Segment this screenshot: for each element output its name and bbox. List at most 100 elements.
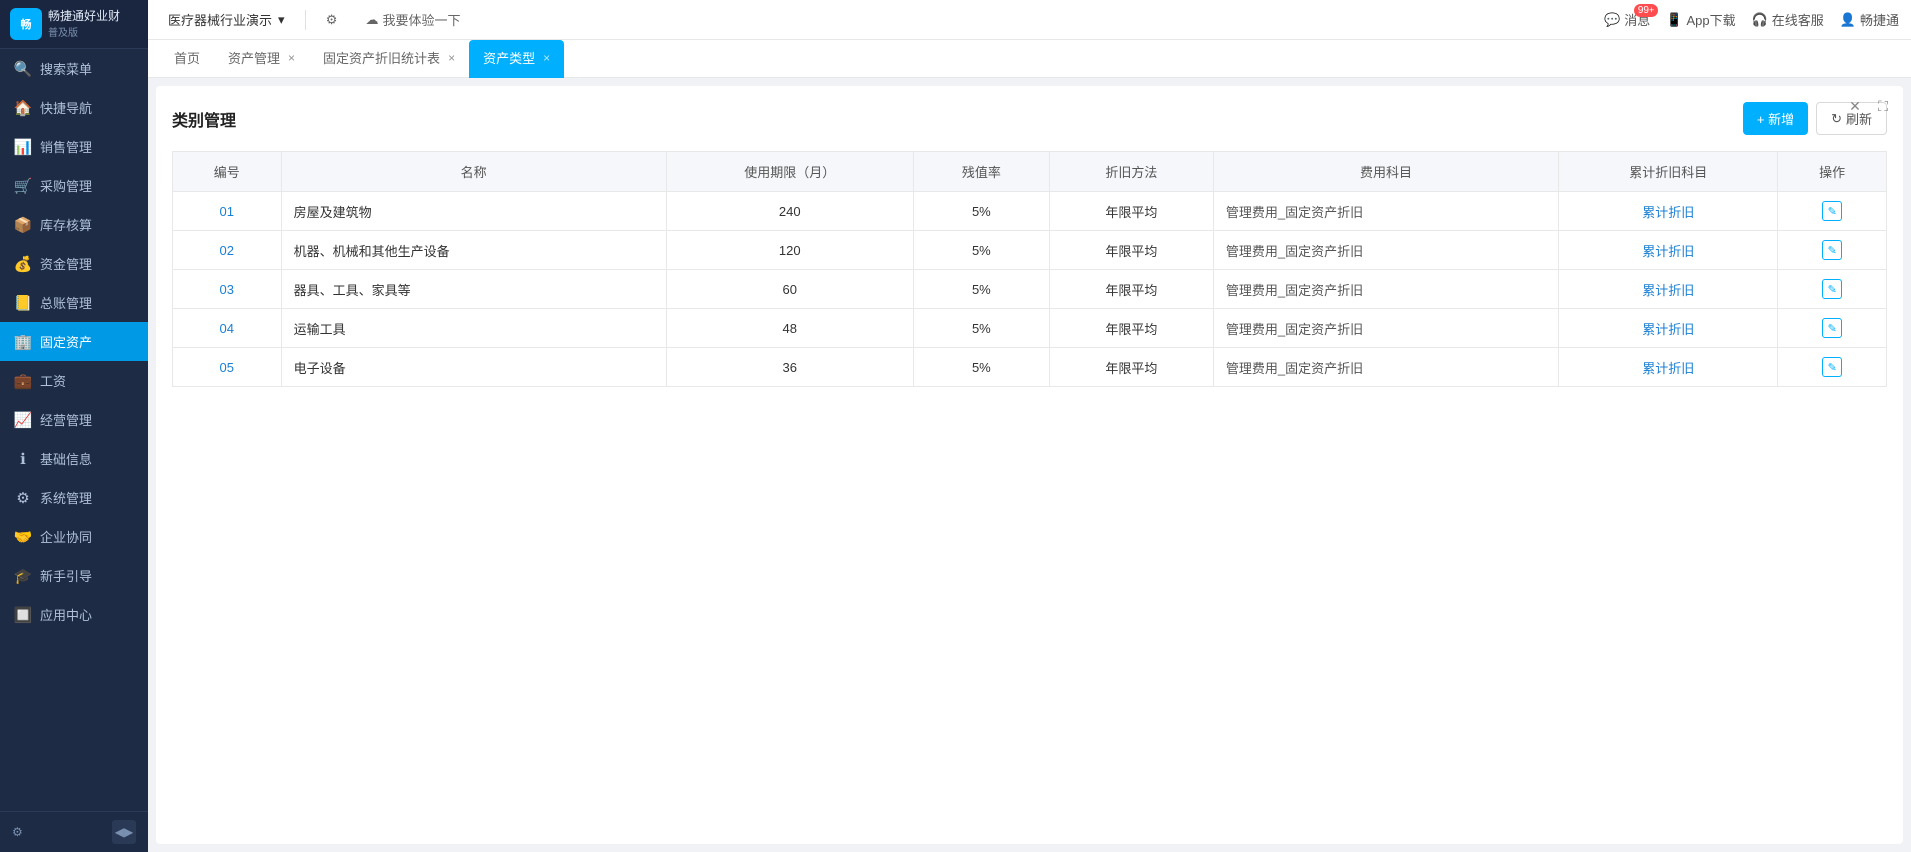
cell-code: 02 [173, 231, 282, 270]
cell-action[interactable]: ✎ [1778, 270, 1887, 309]
tab-home[interactable]: 首页 [160, 40, 214, 78]
customer-service-button[interactable]: 🎧 在线客服 [1752, 10, 1824, 29]
sidebar: 畅 畅捷通好业财 普及版 🔍 搜索菜单 🏠 快捷导航 📊 销售管理 🛒 采购管理… [0, 0, 148, 852]
cell-method: 年限平均 [1049, 270, 1213, 309]
col-header: 费用科目 [1213, 152, 1558, 192]
cell-cumulative: 累计折旧 [1559, 192, 1778, 231]
expand-window-button[interactable]: ⛶ [1871, 94, 1895, 118]
col-header: 累计折旧科目 [1559, 152, 1778, 192]
experience-button[interactable]: ☁ 我要体验一下 [358, 6, 469, 33]
edit-icon[interactable]: ✎ [1822, 357, 1842, 377]
avatar-icon: 👤 [1840, 12, 1856, 28]
tab-close-depreciation[interactable]: × [448, 52, 455, 64]
cell-residual: 5% [913, 192, 1049, 231]
cell-code: 04 [173, 309, 282, 348]
scroll-button[interactable]: ◀▶ [112, 820, 136, 844]
nav-label-business: 经营管理 [40, 410, 92, 429]
table-row: 02 机器、机械和其他生产设备 120 5% 年限平均 管理费用_固定资产折旧 … [173, 231, 1887, 270]
sidebar-item-quick-nav[interactable]: 🏠 快捷导航 [0, 88, 148, 127]
username: 畅捷通 [1860, 10, 1899, 29]
cell-method: 年限平均 [1049, 192, 1213, 231]
tab-depreciation[interactable]: 固定资产折旧统计表× [309, 40, 469, 78]
cell-method: 年限平均 [1049, 309, 1213, 348]
nav-icon-fixed-assets: 🏢 [14, 333, 32, 351]
module-selector[interactable]: 医疗器械行业演示 ▾ [160, 6, 293, 33]
nav-label-search: 搜索菜单 [40, 59, 92, 78]
cell-residual: 5% [913, 348, 1049, 387]
table-body: 01 房屋及建筑物 240 5% 年限平均 管理费用_固定资产折旧 累计折旧 ✎… [173, 192, 1887, 387]
nav-icon-search: 🔍 [14, 60, 32, 78]
tab-close-asset-type[interactable]: × [543, 52, 550, 64]
window-controls: ✕ ⛶ [1843, 94, 1895, 118]
table-row: 01 房屋及建筑物 240 5% 年限平均 管理费用_固定资产折旧 累计折旧 ✎ [173, 192, 1887, 231]
sidebar-item-sales[interactable]: 📊 销售管理 [0, 127, 148, 166]
cell-action[interactable]: ✎ [1778, 309, 1887, 348]
data-table: 编号名称使用期限（月）残值率折旧方法费用科目累计折旧科目操作 01 房屋及建筑物… [172, 151, 1887, 387]
nav-icon-sales: 📊 [14, 138, 32, 156]
cell-cumulative: 累计折旧 [1559, 231, 1778, 270]
nav-label-inventory: 库存核算 [40, 215, 92, 234]
logo-icon: 畅 [10, 8, 42, 40]
edit-icon[interactable]: ✎ [1822, 201, 1842, 221]
nav-icon-quick-nav: 🏠 [14, 99, 32, 117]
headset-icon: 🎧 [1752, 12, 1768, 28]
new-button[interactable]: + 新增 [1743, 102, 1808, 135]
cell-action[interactable]: ✎ [1778, 192, 1887, 231]
messages-button[interactable]: 💬 消息 99+ [1604, 10, 1650, 29]
cell-subject: 管理费用_固定资产折旧 [1213, 348, 1558, 387]
tab-label-home: 首页 [174, 48, 200, 67]
nav-icon-basic-info: ℹ [14, 450, 32, 468]
col-header: 编号 [173, 152, 282, 192]
sidebar-item-inventory[interactable]: 📦 库存核算 [0, 205, 148, 244]
cell-action[interactable]: ✎ [1778, 348, 1887, 387]
nav-label-app-center: 应用中心 [40, 605, 92, 624]
gear-icon: ⚙ [326, 12, 338, 28]
nav-icon-system: ⚙ [14, 489, 32, 507]
settings-icon[interactable]: ⚙ [12, 825, 23, 839]
sidebar-item-guide[interactable]: 🎓 新手引导 [0, 556, 148, 595]
cell-code: 01 [173, 192, 282, 231]
sidebar-item-salary[interactable]: 💼 工资 [0, 361, 148, 400]
col-header: 操作 [1778, 152, 1887, 192]
nav-label-system: 系统管理 [40, 488, 92, 507]
cell-residual: 5% [913, 309, 1049, 348]
sidebar-item-basic-info[interactable]: ℹ 基础信息 [0, 439, 148, 478]
topbar-right: 💬 消息 99+ 📱 App下载 🎧 在线客服 👤 畅捷通 [1604, 10, 1899, 29]
sidebar-item-search[interactable]: 🔍 搜索菜单 [0, 49, 148, 88]
cell-residual: 5% [913, 231, 1049, 270]
nav-label-collab: 企业协同 [40, 527, 92, 546]
sidebar-item-finance[interactable]: 💰 资金管理 [0, 244, 148, 283]
sidebar-item-app-center[interactable]: 🔲 应用中心 [0, 595, 148, 634]
tab-asset-mgmt[interactable]: 资产管理× [214, 40, 309, 78]
tab-asset-type[interactable]: 资产类型× [469, 40, 564, 78]
cell-cumulative: 累计折旧 [1559, 348, 1778, 387]
sidebar-item-system[interactable]: ⚙ 系统管理 [0, 478, 148, 517]
sidebar-item-collab[interactable]: 🤝 企业协同 [0, 517, 148, 556]
topbar: 医疗器械行业演示 ▾ ⚙ ☁ 我要体验一下 💬 消息 99+ 📱 App下载 🎧 [148, 0, 1911, 40]
refresh-icon: ↻ [1831, 111, 1842, 127]
app-label: App下载 [1686, 10, 1735, 29]
sidebar-item-fixed-assets[interactable]: 🏢 固定资产 [0, 322, 148, 361]
table-row: 04 运输工具 48 5% 年限平均 管理费用_固定资产折旧 累计折旧 ✎ [173, 309, 1887, 348]
edit-icon[interactable]: ✎ [1822, 240, 1842, 260]
sidebar-nav: 🔍 搜索菜单 🏠 快捷导航 📊 销售管理 🛒 采购管理 📦 库存核算 💰 资金管… [0, 49, 148, 811]
nav-icon-inventory: 📦 [14, 216, 32, 234]
tabs-bar: 首页资产管理×固定资产折旧统计表×资产类型× [148, 40, 1911, 78]
tab-close-asset-mgmt[interactable]: × [288, 52, 295, 64]
sidebar-item-purchase[interactable]: 🛒 采购管理 [0, 166, 148, 205]
sidebar-item-ledger[interactable]: 📒 总账管理 [0, 283, 148, 322]
header-row: 编号名称使用期限（月）残值率折旧方法费用科目累计折旧科目操作 [173, 152, 1887, 192]
close-window-button[interactable]: ✕ [1843, 94, 1867, 118]
edit-icon[interactable]: ✎ [1822, 318, 1842, 338]
settings-button[interactable]: ⚙ [318, 6, 346, 34]
content-area: ✕ ⛶ 类别管理 + 新增 ↻ 刷新 编号名称使用期限（月）残值率折旧方法费用科… [156, 86, 1903, 844]
app-download-button[interactable]: 📱 App下载 [1666, 10, 1735, 29]
nav-label-quick-nav: 快捷导航 [40, 98, 92, 117]
edit-icon[interactable]: ✎ [1822, 279, 1842, 299]
user-button[interactable]: 👤 畅捷通 [1840, 10, 1899, 29]
logo-title: 畅捷通好业财 [48, 9, 120, 25]
service-label: 在线客服 [1772, 10, 1824, 29]
cell-action[interactable]: ✎ [1778, 231, 1887, 270]
sidebar-item-business[interactable]: 📈 经营管理 [0, 400, 148, 439]
nav-label-finance: 资金管理 [40, 254, 92, 273]
